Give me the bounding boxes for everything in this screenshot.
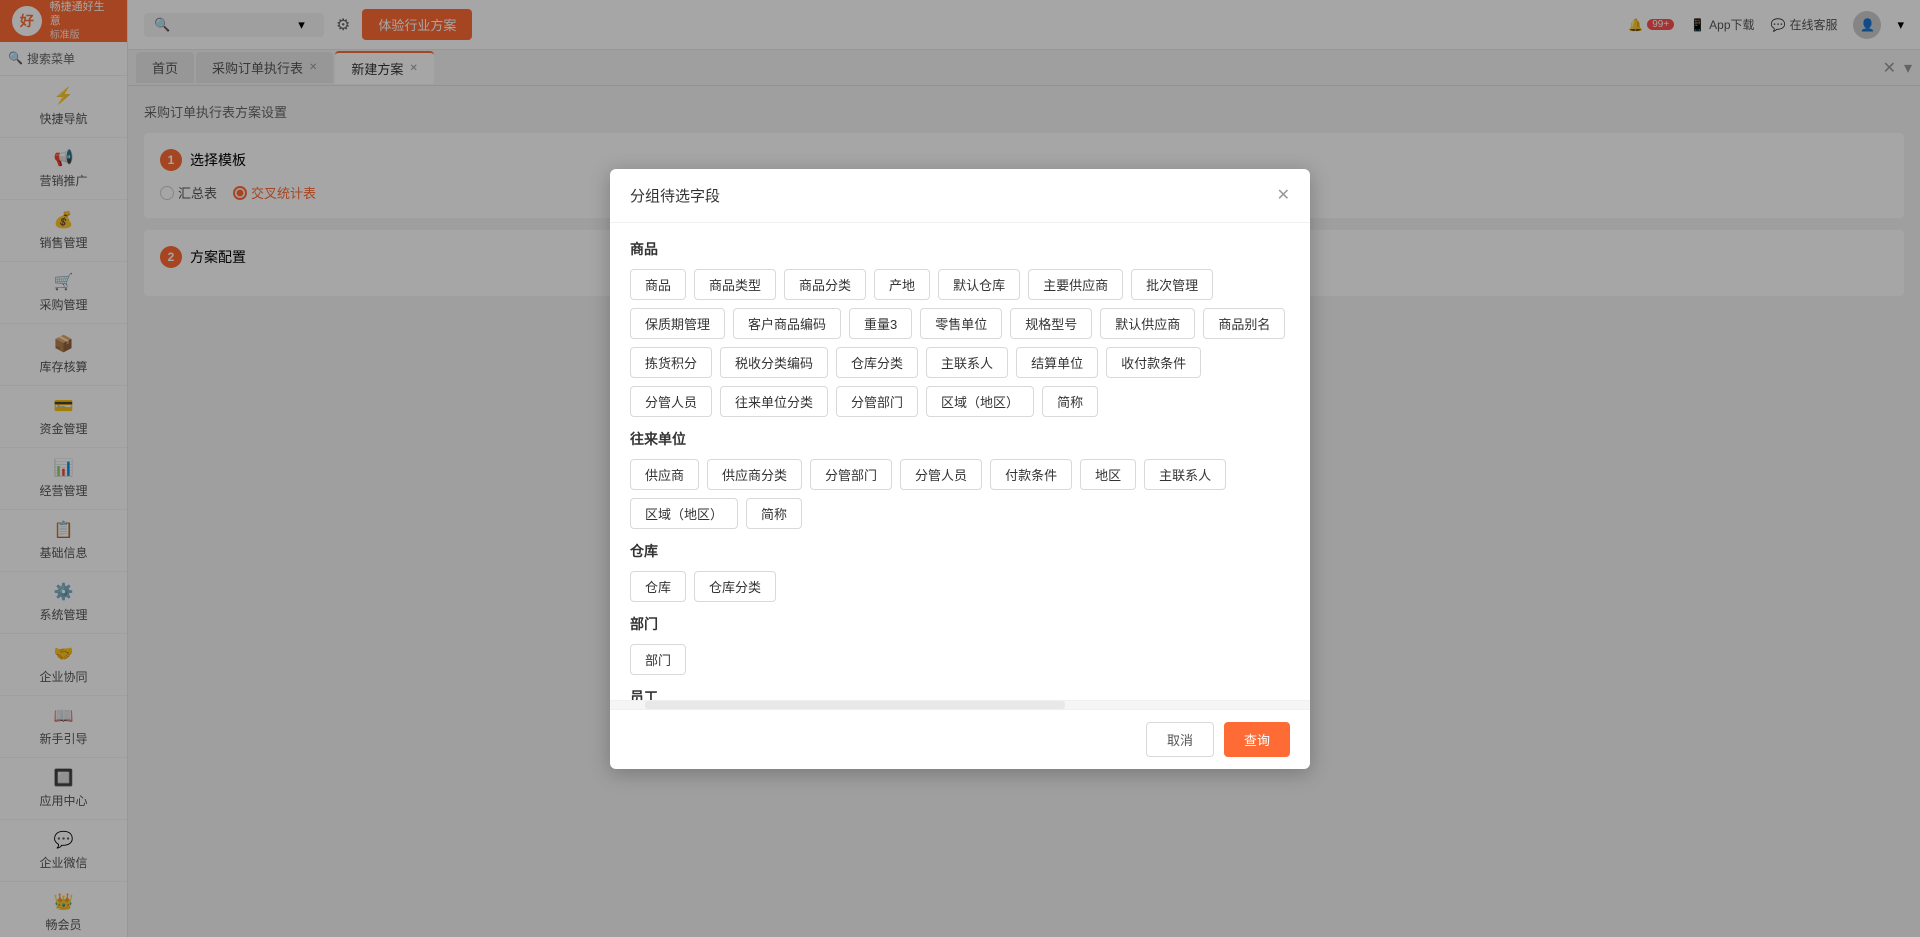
field-tag-goods-15[interactable]: 税收分类编码 [720, 347, 828, 378]
field-tag-warehouse-1[interactable]: 仓库分类 [694, 571, 776, 602]
field-tag-goods-19[interactable]: 收付款条件 [1106, 347, 1201, 378]
field-tag-partner-1[interactable]: 供应商分类 [707, 459, 802, 490]
field-tag-department-0[interactable]: 部门 [630, 644, 686, 675]
field-tag-goods-17[interactable]: 主联系人 [926, 347, 1008, 378]
section-title-warehouse: 仓库 [630, 541, 1290, 561]
modal-header: 分组待选字段 ✕ [610, 169, 1310, 223]
section-title-partner: 往来单位 [630, 429, 1290, 449]
field-tag-goods-2[interactable]: 商品分类 [784, 269, 866, 300]
field-tag-partner-3[interactable]: 分管人员 [900, 459, 982, 490]
field-tag-goods-1[interactable]: 商品类型 [694, 269, 776, 300]
modal-title: 分组待选字段 [630, 185, 720, 206]
fields-row-partner: 供应商供应商分类分管部门分管人员付款条件地区主联系人区域（地区） 简称 [630, 459, 1290, 529]
modal: 分组待选字段 ✕ 商品商品商品类型商品分类产地默认仓库主要供应商批次管理保质期管… [610, 169, 1310, 769]
field-tag-goods-18[interactable]: 结算单位 [1016, 347, 1098, 378]
field-tag-goods-5[interactable]: 主要供应商 [1028, 269, 1123, 300]
field-tag-partner-6[interactable]: 主联系人 [1144, 459, 1226, 490]
section-title-employee: 员工 [630, 687, 1290, 700]
field-tag-goods-16[interactable]: 仓库分类 [836, 347, 918, 378]
field-tag-warehouse-0[interactable]: 仓库 [630, 571, 686, 602]
modal-footer: 取消 查询 [610, 709, 1310, 769]
field-tag-goods-23[interactable]: 区域（地区） [926, 386, 1034, 417]
field-tag-goods-12[interactable]: 默认供应商 [1100, 308, 1195, 339]
field-tag-goods-21[interactable]: 往来单位分类 [720, 386, 828, 417]
field-tag-goods-6[interactable]: 批次管理 [1131, 269, 1213, 300]
field-tag-goods-14[interactable]: 拣货积分 [630, 347, 712, 378]
cancel-button[interactable]: 取消 [1146, 722, 1214, 757]
field-tag-goods-22[interactable]: 分管部门 [836, 386, 918, 417]
field-tag-goods-10[interactable]: 零售单位 [920, 308, 1002, 339]
section-title-goods: 商品 [630, 239, 1290, 259]
field-tag-partner-8[interactable]: 简称 [746, 498, 802, 529]
field-tag-goods-0[interactable]: 商品 [630, 269, 686, 300]
modal-horizontal-scroll[interactable] [610, 700, 1310, 709]
fields-row-warehouse: 仓库仓库分类 [630, 571, 1290, 602]
field-tag-partner-2[interactable]: 分管部门 [810, 459, 892, 490]
fields-row-department: 部门 [630, 644, 1290, 675]
field-tag-goods-20[interactable]: 分管人员 [630, 386, 712, 417]
modal-sections: 商品商品商品类型商品分类产地默认仓库主要供应商批次管理保质期管理客户商品编码重量… [630, 239, 1290, 700]
field-tag-partner-4[interactable]: 付款条件 [990, 459, 1072, 490]
section-title-department: 部门 [630, 614, 1290, 634]
field-tag-goods-11[interactable]: 规格型号 [1010, 308, 1092, 339]
field-tag-partner-0[interactable]: 供应商 [630, 459, 699, 490]
field-tag-partner-5[interactable]: 地区 [1080, 459, 1136, 490]
field-tag-goods-24[interactable]: 简称 [1042, 386, 1098, 417]
field-tag-goods-13[interactable]: 商品别名 [1203, 308, 1285, 339]
modal-body[interactable]: 商品商品商品类型商品分类产地默认仓库主要供应商批次管理保质期管理客户商品编码重量… [610, 223, 1310, 700]
field-tag-goods-3[interactable]: 产地 [874, 269, 930, 300]
fields-row-goods: 商品商品类型商品分类产地默认仓库主要供应商批次管理保质期管理客户商品编码重量3 零… [630, 269, 1290, 417]
modal-close-button[interactable]: ✕ [1277, 185, 1290, 205]
field-tag-goods-9[interactable]: 重量3 [849, 308, 912, 339]
field-tag-goods-4[interactable]: 默认仓库 [938, 269, 1020, 300]
field-tag-goods-8[interactable]: 客户商品编码 [733, 308, 841, 339]
confirm-button[interactable]: 查询 [1224, 722, 1290, 757]
field-tag-goods-7[interactable]: 保质期管理 [630, 308, 725, 339]
field-tag-partner-7[interactable]: 区域（地区） [630, 498, 738, 529]
